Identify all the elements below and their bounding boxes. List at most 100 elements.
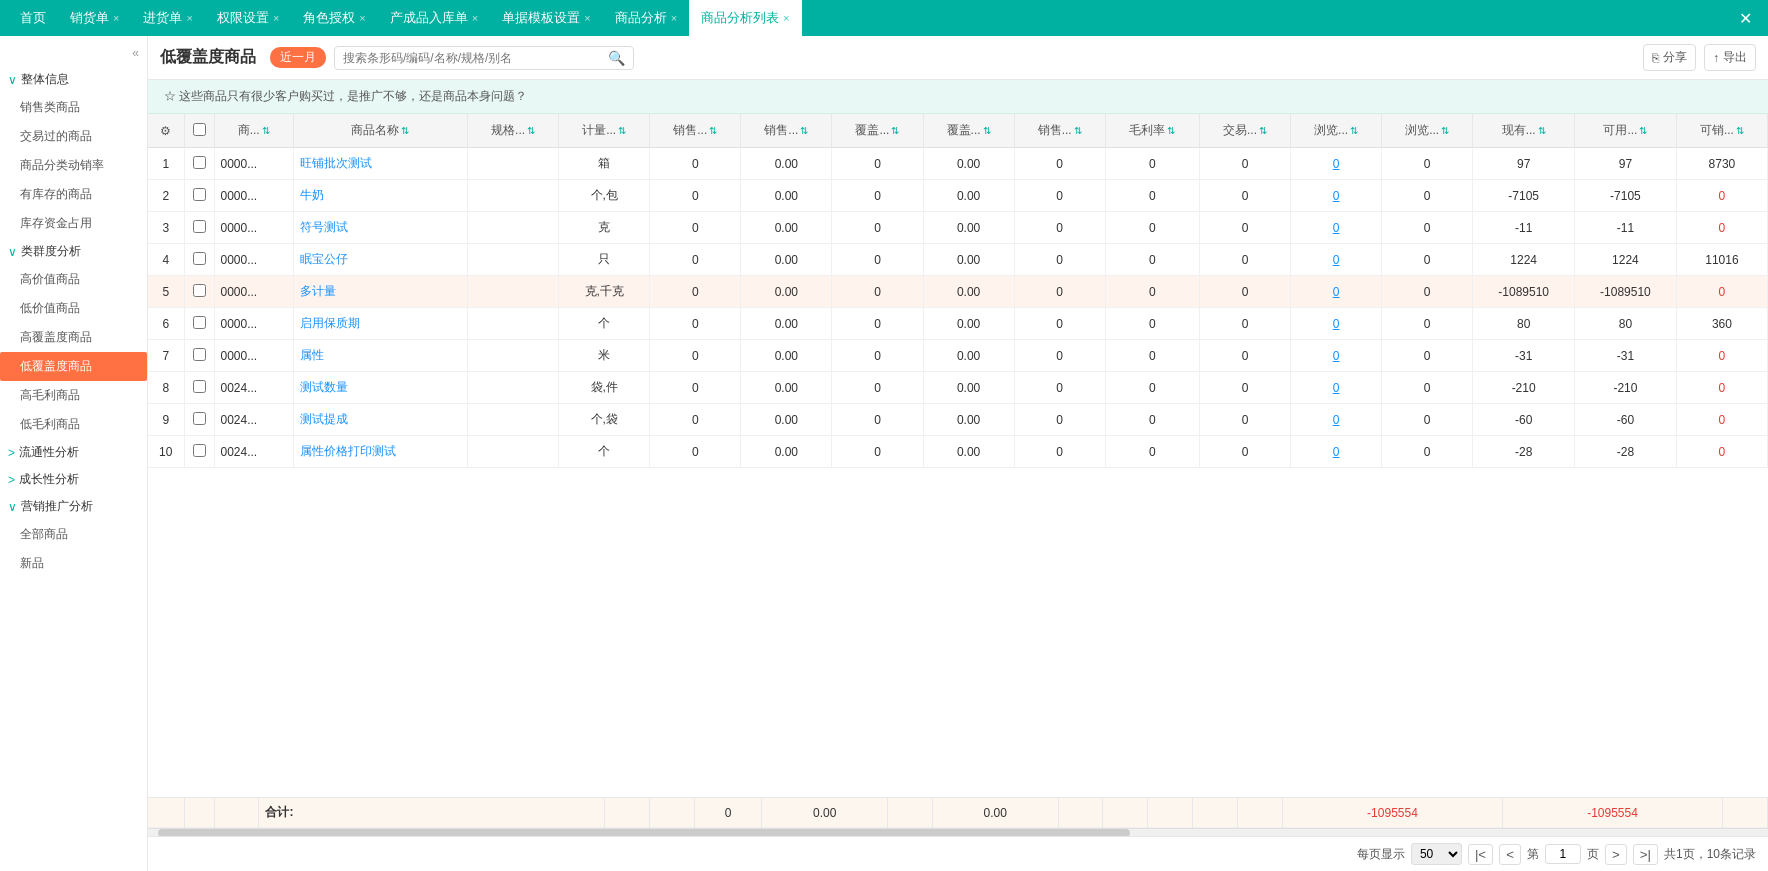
sidebar-item-low-value[interactable]: 低价值商品 [0,294,147,323]
row-browse1[interactable]: 0 [1291,148,1382,180]
row-browse1[interactable]: 0 [1291,180,1382,212]
nav-permissions[interactable]: 权限设置 × [205,0,291,36]
sidebar-item-high-coverage[interactable]: 高覆盖度商品 [0,323,147,352]
sidebar-item-low-coverage[interactable]: 低覆盖度商品 [0,352,147,381]
share-button[interactable]: ⎘ 分享 [1643,44,1696,71]
nav-close-role-auth[interactable]: × [359,12,365,24]
search-icon[interactable]: 🔍 [608,50,625,66]
row-name[interactable]: 旺铺批次测试 [293,148,467,180]
nav-close-sales-order[interactable]: × [113,12,119,24]
col-spec-header[interactable]: 规格...⇅ [468,114,559,148]
row-checkbox[interactable] [193,284,206,297]
sidebar-item-all-goods[interactable]: 全部商品 [0,520,147,549]
row-checkbox[interactable] [193,380,206,393]
row-browse1[interactable]: 0 [1291,308,1382,340]
sidebar-item-category-turnover[interactable]: 商品分类动销率 [0,151,147,180]
col-settings[interactable]: ⚙ [148,114,184,148]
sidebar-section-growth[interactable]: > 成长性分析 [0,466,147,493]
sidebar-section-liquidity[interactable]: > 流通性分析 [0,439,147,466]
row-name[interactable]: 启用保质期 [293,308,467,340]
nav-close-product-analysis[interactable]: × [671,12,677,24]
sidebar-section-overall[interactable]: ∨ 整体信息 [0,66,147,93]
col-unit-header[interactable]: 计量...⇅ [559,114,650,148]
window-close-button[interactable]: ✕ [1731,9,1760,28]
nav-product-warehouse[interactable]: 产成品入库单 × [378,0,490,36]
sidebar-section-cluster[interactable]: ∨ 类群度分析 [0,238,147,265]
nav-close-template-settings[interactable]: × [584,12,590,24]
row-checkbox[interactable] [193,156,206,169]
row-checkbox-cell[interactable] [184,244,214,276]
row-checkbox-cell[interactable] [184,436,214,468]
settings-icon[interactable]: ⚙ [160,124,171,138]
col-trade-header[interactable]: 交易...⇅ [1199,114,1290,148]
col-sale-ratio-header[interactable]: 销售...⇅ [1014,114,1105,148]
row-checkbox-cell[interactable] [184,404,214,436]
col-gross-rate-header[interactable]: 毛利率⇅ [1105,114,1199,148]
row-checkbox[interactable] [193,412,206,425]
row-checkbox[interactable] [193,252,206,265]
row-checkbox[interactable] [193,444,206,457]
nav-close-product-analysis-list[interactable]: × [783,12,789,24]
table-container[interactable]: ⚙ 商...⇅ 商品名称⇅ 规 [148,114,1768,797]
col-cover2-header[interactable]: 覆盖...⇅ [923,114,1014,148]
last-page-button[interactable]: >| [1633,844,1658,865]
time-filter-button[interactable]: 近一月 [270,47,326,68]
row-checkbox-cell[interactable] [184,180,214,212]
row-checkbox-cell[interactable] [184,372,214,404]
sidebar-item-new-goods[interactable]: 新品 [0,549,147,578]
nav-template-settings[interactable]: 单据模板设置 × [490,0,602,36]
row-browse1[interactable]: 0 [1291,244,1382,276]
select-all-checkbox[interactable] [193,123,206,136]
row-checkbox[interactable] [193,188,206,201]
export-button[interactable]: ↑ 导出 [1704,44,1756,71]
sidebar-item-traded-goods[interactable]: 交易过的商品 [0,122,147,151]
row-name[interactable]: 眠宝公仔 [293,244,467,276]
sidebar-item-high-margin[interactable]: 高毛利商品 [0,381,147,410]
row-browse1[interactable]: 0 [1291,212,1382,244]
row-name[interactable]: 牛奶 [293,180,467,212]
row-checkbox-cell[interactable] [184,212,214,244]
row-browse1[interactable]: 0 [1291,404,1382,436]
nav-close-permissions[interactable]: × [273,12,279,24]
sidebar-item-low-margin[interactable]: 低毛利商品 [0,410,147,439]
col-stock1-header[interactable]: 现有...⇅ [1473,114,1575,148]
nav-product-analysis-list[interactable]: 商品分析列表 × [689,0,801,36]
col-name-header[interactable]: 商品名称⇅ [293,114,467,148]
nav-purchase-order[interactable]: 进货单 × [131,0,204,36]
row-name[interactable]: 多计量 [293,276,467,308]
col-browse1-header[interactable]: 浏览...⇅ [1291,114,1382,148]
first-page-button[interactable]: |< [1468,844,1493,865]
row-checkbox-cell[interactable] [184,276,214,308]
col-browse2-header[interactable]: 浏览...⇅ [1382,114,1473,148]
sidebar-item-sales-goods[interactable]: 销售类商品 [0,93,147,122]
horizontal-scrollbar[interactable] [148,828,1768,836]
row-checkbox-cell[interactable] [184,308,214,340]
row-browse1[interactable]: 0 [1291,340,1382,372]
sidebar-section-marketing[interactable]: ∨ 营销推广分析 [0,493,147,520]
nav-home[interactable]: 首页 [8,0,58,36]
row-name[interactable]: 测试提成 [293,404,467,436]
nav-sales-order[interactable]: 销货单 × [58,0,131,36]
row-browse1[interactable]: 0 [1291,372,1382,404]
col-saleable-header[interactable]: 可销...⇅ [1676,114,1767,148]
row-checkbox[interactable] [193,316,206,329]
row-name[interactable]: 属性 [293,340,467,372]
col-sale-qty-header[interactable]: 销售...⇅ [650,114,741,148]
sidebar-collapse-button[interactable]: « [0,44,147,66]
prev-page-button[interactable]: < [1499,844,1521,865]
nav-product-analysis[interactable]: 商品分析 × [603,0,689,36]
search-input[interactable] [343,51,608,65]
col-stock2-header[interactable]: 可用...⇅ [1575,114,1677,148]
row-checkbox-cell[interactable] [184,340,214,372]
row-checkbox-cell[interactable] [184,148,214,180]
next-page-button[interactable]: > [1605,844,1627,865]
row-name[interactable]: 属性价格打印测试 [293,436,467,468]
nav-role-auth[interactable]: 角色授权 × [291,0,377,36]
sidebar-item-in-stock[interactable]: 有库存的商品 [0,180,147,209]
col-sale-amt-header[interactable]: 销售...⇅ [741,114,832,148]
row-browse1[interactable]: 0 [1291,276,1382,308]
row-checkbox[interactable] [193,348,206,361]
row-checkbox[interactable] [193,220,206,233]
sidebar-item-inventory-capital[interactable]: 库存资金占用 [0,209,147,238]
row-name[interactable]: 符号测试 [293,212,467,244]
